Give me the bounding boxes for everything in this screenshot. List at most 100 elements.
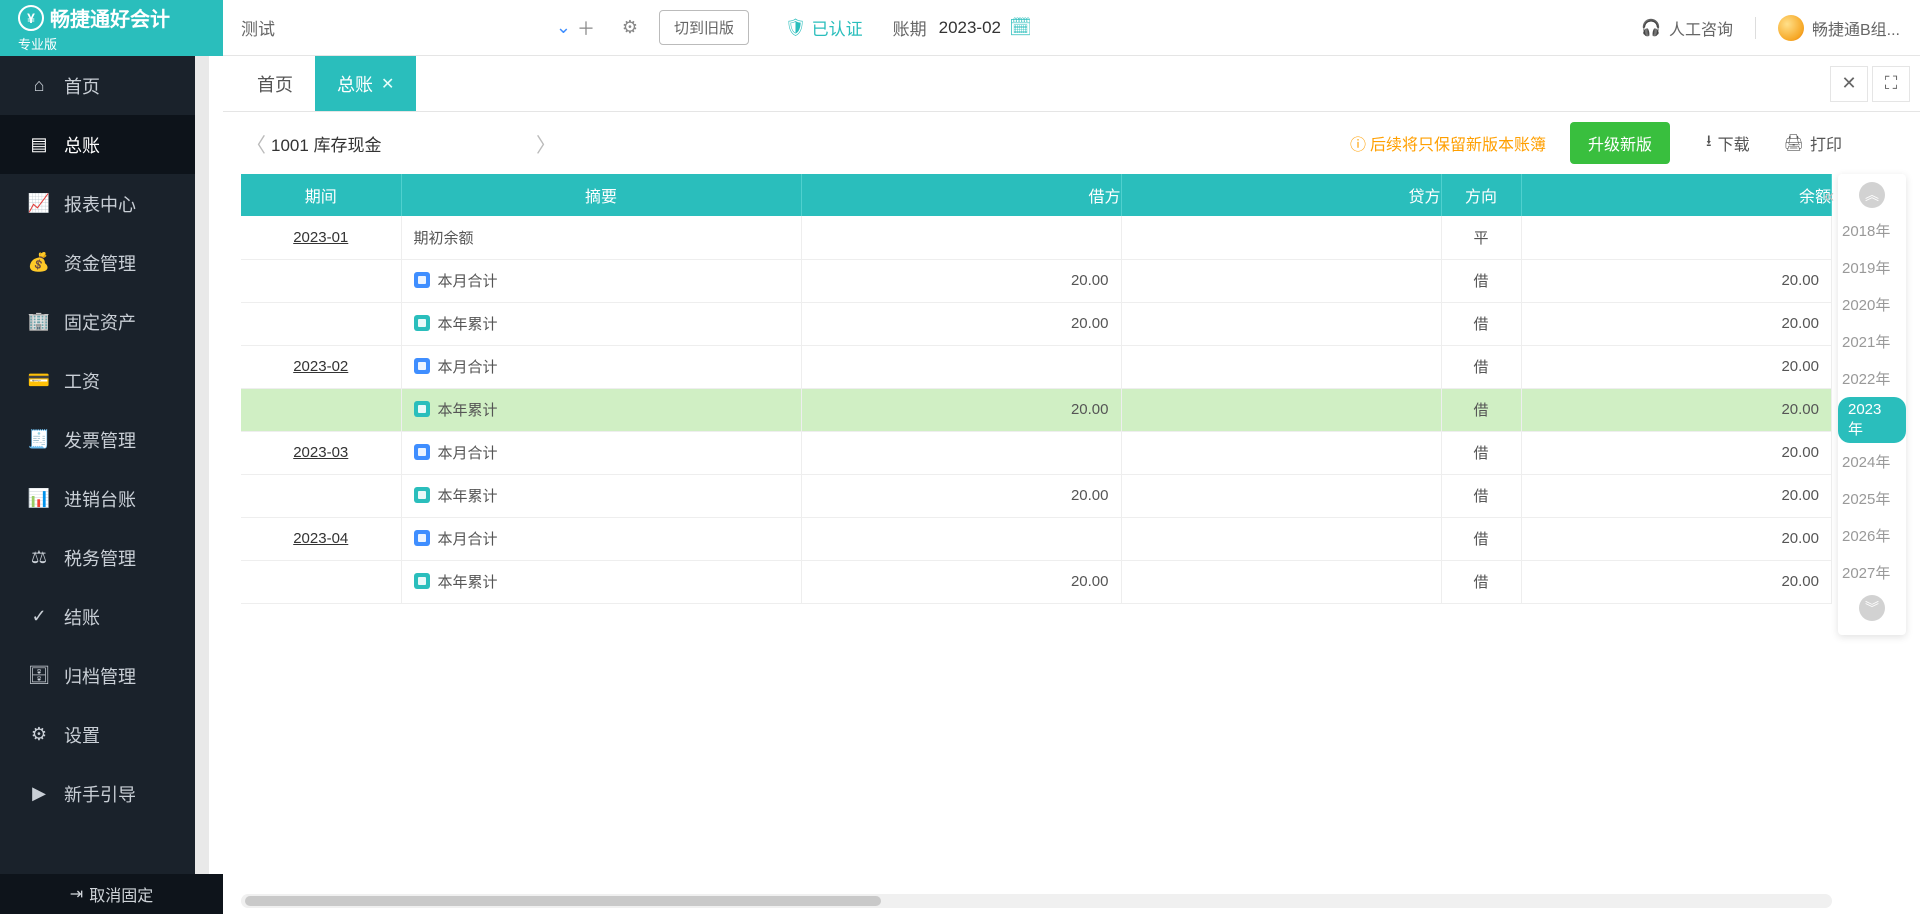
tab-总账[interactable]: 总账✕ (315, 56, 416, 111)
cell-direction: 借 (1441, 302, 1521, 345)
table-row[interactable]: 本月合计20.00借20.00 (241, 259, 1832, 302)
table-row[interactable]: 2023-02本月合计借20.00 (241, 345, 1832, 388)
year-option[interactable]: 2027年 (1838, 554, 1906, 591)
verified-badge[interactable]: 🛡 已认证 (785, 15, 863, 40)
col-summary[interactable]: 摘要 (401, 174, 801, 216)
table-row[interactable]: 2023-03本月合计借20.00 (241, 431, 1832, 474)
cell-summary: 本月合计 (401, 517, 801, 560)
year-option[interactable]: 2020年 (1838, 286, 1906, 323)
period-link[interactable]: 2023-02 (293, 358, 348, 375)
invoice-icon: 🧾 (28, 429, 50, 451)
table-row[interactable]: 本年累计20.00借20.00 (241, 388, 1832, 431)
unpin-sidebar-button[interactable]: ⇥ 取消固定 (0, 874, 223, 914)
year-scroll-up-button[interactable]: ︽ (1859, 182, 1885, 208)
calendar-icon[interactable]: 🗓 (1009, 17, 1032, 38)
add-button[interactable]: ＋ (571, 13, 601, 43)
cell-debit (801, 345, 1121, 388)
cell-period[interactable]: 2023-04 (241, 517, 401, 560)
sidebar-item-ledger[interactable]: ▤总账 (0, 115, 195, 174)
collapse-year-panel-button[interactable]: « (1820, 178, 1838, 214)
summary-text: 本年累计 (438, 316, 498, 333)
sidebar-item-close[interactable]: ✓结账 (0, 587, 195, 646)
col-debit[interactable]: 借方 (801, 174, 1121, 216)
summary-text: 本月合计 (438, 445, 498, 462)
fullscreen-button[interactable]: ⛶ (1872, 66, 1910, 102)
close-icon[interactable]: ✕ (381, 74, 394, 94)
period-link[interactable]: 2023-03 (293, 444, 348, 461)
year-option[interactable]: 2021年 (1838, 323, 1906, 360)
upgrade-notice: ⓘ 后续将只保留新版本账簿 (1350, 131, 1546, 155)
verified-label: 已认证 (812, 15, 863, 40)
sidebar-item-label: 结账 (64, 604, 100, 630)
year-scroll-down-button[interactable]: ︾ (1859, 595, 1885, 621)
cell-period[interactable]: 2023-03 (241, 431, 401, 474)
org-name: 测试 (241, 15, 275, 40)
consult-button[interactable]: 🎧 人工咨询 (1641, 16, 1733, 40)
sidebar-item-guide[interactable]: ▶新手引导 (0, 764, 195, 823)
table-row[interactable]: 本年累计20.00借20.00 (241, 302, 1832, 345)
cell-direction: 借 (1441, 431, 1521, 474)
prev-account-button[interactable]: 〈 (241, 129, 271, 158)
cell-direction: 借 (1441, 345, 1521, 388)
cell-credit (1121, 345, 1441, 388)
unpin-label: 取消固定 (89, 882, 153, 906)
sidebar-item-archive[interactable]: 🗄归档管理 (0, 646, 195, 705)
col-balance[interactable]: 余额 (1521, 174, 1832, 216)
cell-balance: 20.00 (1521, 259, 1832, 302)
col-period[interactable]: 期间 (241, 174, 401, 216)
settings-gear-button[interactable]: ⚙ (615, 13, 645, 43)
printer-icon: 🖨 (1784, 133, 1804, 153)
upgrade-label: 升级新版 (1588, 137, 1652, 154)
sidebar: ⌂首页▤总账📈报表中心💰资金管理🏢固定资产💳工资🧾发票管理📊进销台账⚖税务管理✓… (0, 56, 195, 914)
year-option[interactable]: 2023年 (1838, 397, 1906, 443)
horizontal-scrollbar[interactable] (241, 894, 1832, 908)
upgrade-button[interactable]: 升级新版 (1570, 122, 1670, 164)
col-credit[interactable]: 贷方 (1121, 174, 1441, 216)
period-link[interactable]: 2023-04 (293, 530, 348, 547)
period-link[interactable]: 2023-01 (293, 229, 348, 246)
sidebar-item-salary[interactable]: 💳工资 (0, 351, 195, 410)
year-option[interactable]: 2026年 (1838, 517, 1906, 554)
cell-debit: 20.00 (801, 388, 1121, 431)
year-option[interactable]: 2022年 (1838, 360, 1906, 397)
year-option[interactable]: 2019年 (1838, 249, 1906, 286)
col-direction[interactable]: 方向 (1441, 174, 1521, 216)
next-account-button[interactable]: 〉 (531, 129, 561, 158)
year-option[interactable]: 2018年 (1838, 212, 1906, 249)
sidebar-item-asset[interactable]: 🏢固定资产 (0, 292, 195, 351)
sidebar-item-fund[interactable]: 💰资金管理 (0, 233, 195, 292)
cell-summary: 本年累计 (401, 474, 801, 517)
sidebar-item-report[interactable]: 📈报表中心 (0, 174, 195, 233)
fullscreen-icon: ⛶ (1885, 73, 1898, 94)
sidebar-item-invoice[interactable]: 🧾发票管理 (0, 410, 195, 469)
summary-text: 本年累计 (438, 574, 498, 591)
switch-old-version-button[interactable]: 切到旧版 (659, 10, 749, 45)
ledger-table-wrap: 期间 摘要 借方 贷方 方向 余额 2023-01期初余额平本月合计20.00借… (241, 174, 1832, 890)
org-selector[interactable]: 测试 ⌄ (241, 15, 571, 40)
year-total-icon (414, 401, 430, 417)
summary-text: 本月合计 (438, 273, 498, 290)
tab-首页[interactable]: 首页 (235, 56, 315, 111)
year-option[interactable]: 2024年 (1838, 443, 1906, 480)
guide-icon: ▶ (28, 783, 50, 805)
cell-period[interactable]: 2023-02 (241, 345, 401, 388)
sidebar-item-tax[interactable]: ⚖税务管理 (0, 528, 195, 587)
sidebar-item-iostock[interactable]: 📊进销台账 (0, 469, 195, 528)
cell-debit: 20.00 (801, 560, 1121, 603)
print-button[interactable]: 🖨 打印 (1784, 131, 1842, 155)
sidebar-item-label: 归档管理 (64, 663, 136, 689)
sidebar-item-home[interactable]: ⌂首页 (0, 56, 195, 115)
table-row[interactable]: 2023-01期初余额平 (241, 216, 1832, 259)
sidebar-scrollbar-track[interactable] (195, 56, 209, 874)
table-row[interactable]: 本年累计20.00借20.00 (241, 560, 1832, 603)
download-button[interactable]: ⭳ 下载 (1706, 130, 1750, 157)
cell-period[interactable]: 2023-01 (241, 216, 401, 259)
table-row[interactable]: 2023-04本月合计借20.00 (241, 517, 1832, 560)
table-row[interactable]: 本年累计20.00借20.00 (241, 474, 1832, 517)
user-name: 畅捷通B组... (1812, 16, 1900, 40)
summary-text: 本年累计 (438, 488, 498, 505)
user-menu[interactable]: 畅捷通B组... (1778, 15, 1900, 41)
close-all-tabs-button[interactable]: ✕ (1830, 66, 1868, 102)
sidebar-item-settings[interactable]: ⚙设置 (0, 705, 195, 764)
year-option[interactable]: 2025年 (1838, 480, 1906, 517)
